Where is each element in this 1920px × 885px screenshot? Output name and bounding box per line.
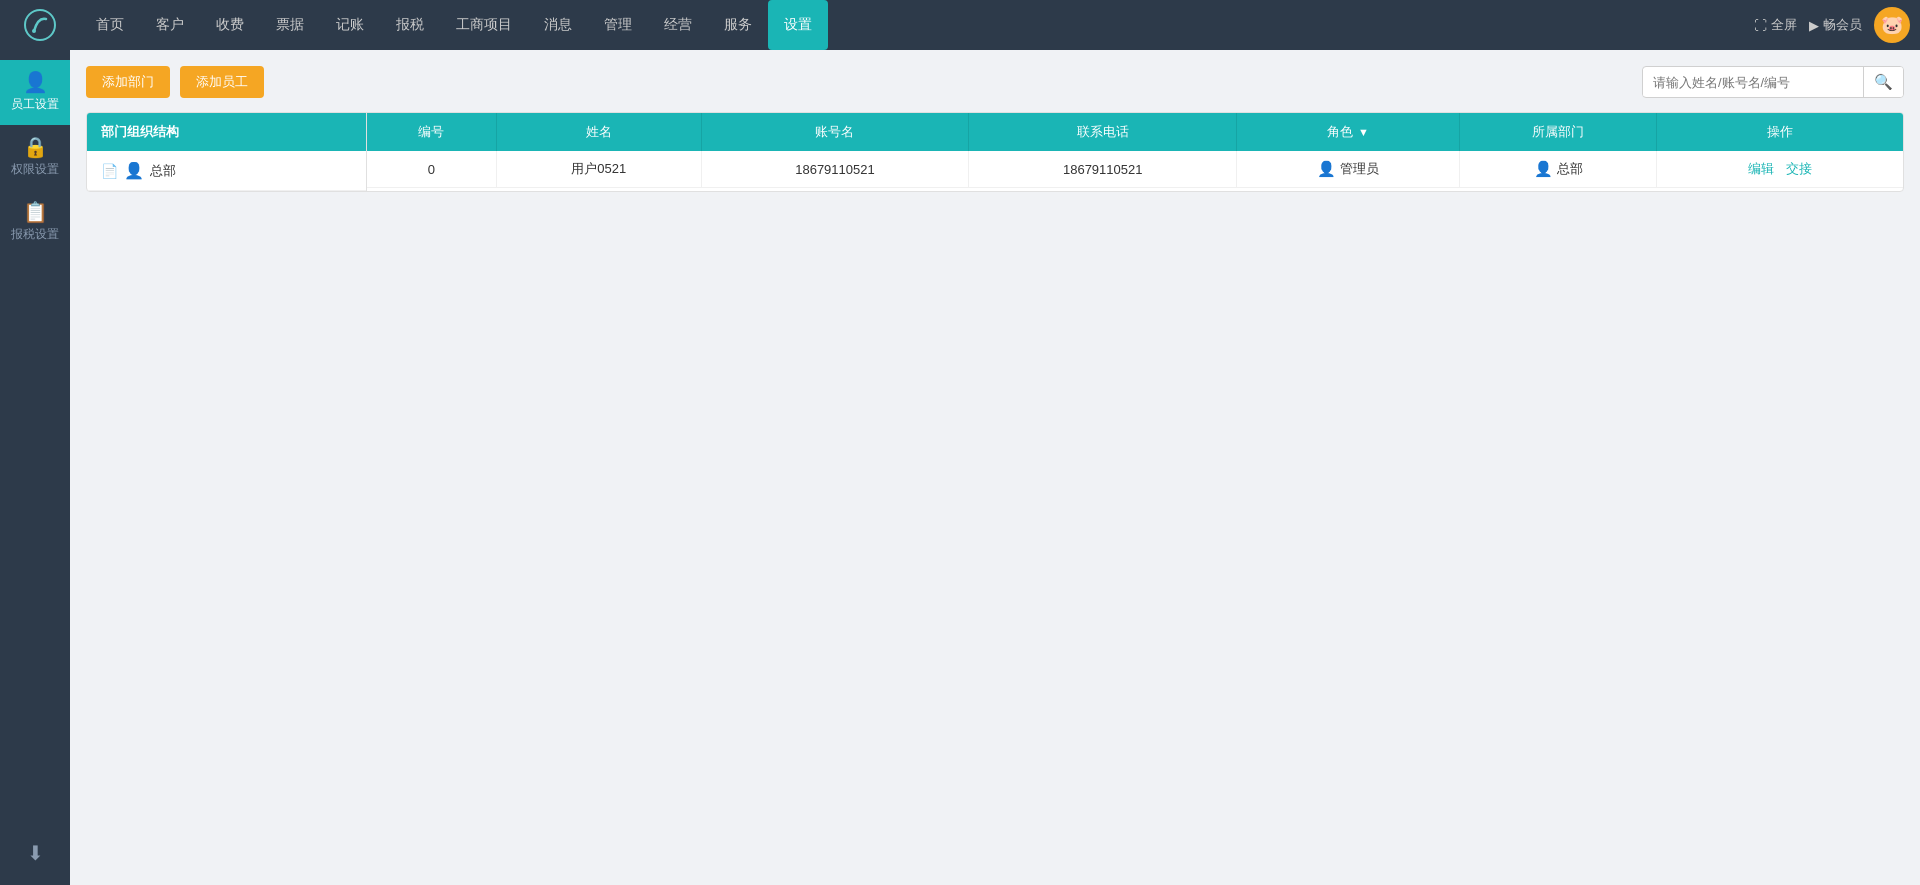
sidebar-icon-0: 👤	[23, 72, 48, 92]
nav-item-工商项目[interactable]: 工商项目	[440, 0, 528, 50]
sidebar-bottom: ⬇	[0, 831, 70, 885]
nav-item-客户[interactable]: 客户	[140, 0, 200, 50]
avatar[interactable]: 🐷	[1874, 7, 1910, 43]
nav-item-报税[interactable]: 报税	[380, 0, 440, 50]
user-icon: 👤	[124, 161, 144, 180]
nav-items: 首页客户收费票据记账报税工商项目消息管理经营服务设置	[80, 0, 1754, 50]
main-layout: 👤员工设置🔒权限设置📋报税设置 ⬇ 添加部门 添加员工 🔍 部门组织结	[0, 50, 1920, 885]
search-input[interactable]	[1643, 69, 1863, 96]
col-header-联系电话: 联系电话	[969, 113, 1237, 151]
nav-item-票据[interactable]: 票据	[260, 0, 320, 50]
svg-point-1	[32, 29, 36, 33]
nav-right: ⛶ 全屏 ▶ 畅会员 🐷	[1754, 7, 1910, 43]
nav-item-收费[interactable]: 收费	[200, 0, 260, 50]
add-employee-button[interactable]: 添加员工	[180, 66, 264, 98]
sidebar: 👤 员工设置 🔒 权限设置 📋 报税设置 ⬇	[0, 50, 70, 885]
top-nav: 首页客户收费票据记账报税工商项目消息管理经营服务设置 ⛶ 全屏 ▶ 畅会员 🐷	[0, 0, 1920, 50]
employee-table: 编号姓名账号名联系电话角色 ▼所属部门操作 0 用户0521 186791105…	[367, 113, 1903, 188]
table-row: 0 用户0521 18679110521 18679110521 👤 管理员 👤…	[367, 151, 1903, 188]
col-header-所属部门: 所属部门	[1459, 113, 1656, 151]
nav-item-首页[interactable]: 首页	[80, 0, 140, 50]
toolbar: 添加部门 添加员工 🔍	[86, 66, 1904, 98]
col-header-账号名: 账号名	[701, 113, 969, 151]
role-label: 管理员	[1340, 160, 1379, 178]
file-icon: 📄	[101, 163, 118, 179]
col-header-姓名: 姓名	[496, 113, 701, 151]
table-container: 部门组织结构 📄 👤 总部 编号姓名账号名联系电话角色 ▼所属部门操作	[86, 112, 1904, 192]
tree-header-label: 部门组织结构	[101, 124, 179, 139]
fullscreen-icon: ⛶	[1754, 18, 1767, 33]
logo[interactable]	[10, 9, 70, 41]
member-label: 畅会员	[1823, 16, 1862, 34]
cell-dept: 👤 总部	[1459, 151, 1656, 188]
cell-phone: 18679110521	[969, 151, 1237, 188]
cell-account: 18679110521	[701, 151, 969, 188]
cell-role: 👤 管理员	[1237, 151, 1460, 188]
tree-item-label: 总部	[150, 162, 176, 180]
svg-point-0	[25, 10, 55, 40]
sidebar-download[interactable]: ⬇	[0, 831, 70, 875]
content-area: 添加部门 添加员工 🔍 部门组织结构 📄 👤 总部	[70, 50, 1920, 885]
member-button[interactable]: ▶ 畅会员	[1809, 16, 1862, 34]
nav-item-服务[interactable]: 服务	[708, 0, 768, 50]
tree-header: 部门组织结构	[87, 113, 366, 151]
sidebar-label-2: 报税设置	[11, 226, 59, 243]
col-header-编号: 编号	[367, 113, 496, 151]
tree-panel: 部门组织结构 📄 👤 总部	[87, 113, 367, 191]
cell-name: 用户0521	[496, 151, 701, 188]
table-panel: 编号姓名账号名联系电话角色 ▼所属部门操作 0 用户0521 186791105…	[367, 113, 1903, 191]
sidebar-label-0: 员工设置	[11, 96, 59, 113]
nav-item-经营[interactable]: 经营	[648, 0, 708, 50]
avatar-emoji: 🐷	[1881, 14, 1903, 36]
nav-item-记账[interactable]: 记账	[320, 0, 380, 50]
col-header-操作: 操作	[1657, 113, 1903, 151]
sidebar-icon-1: 🔒	[23, 137, 48, 157]
cell-actions: 编辑 交接	[1657, 151, 1903, 188]
handover-link[interactable]: 交接	[1786, 161, 1812, 176]
sidebar-item-权限设置[interactable]: 🔒 权限设置	[0, 125, 70, 190]
sidebar-item-员工设置[interactable]: 👤 员工设置	[0, 60, 70, 125]
nav-item-管理[interactable]: 管理	[588, 0, 648, 50]
table-body: 0 用户0521 18679110521 18679110521 👤 管理员 👤…	[367, 151, 1903, 188]
sidebar-label-1: 权限设置	[11, 161, 59, 178]
search-icon: 🔍	[1874, 73, 1893, 90]
dept-label: 总部	[1557, 160, 1583, 178]
download-icon: ⬇	[27, 843, 44, 863]
filter-icon[interactable]: ▼	[1355, 126, 1369, 138]
table-header: 编号姓名账号名联系电话角色 ▼所属部门操作	[367, 113, 1903, 151]
sidebar-item-报税设置[interactable]: 📋 报税设置	[0, 190, 70, 255]
header-row: 编号姓名账号名联系电话角色 ▼所属部门操作	[367, 113, 1903, 151]
sidebar-icon-2: 📋	[23, 202, 48, 222]
role-user-icon: 👤	[1317, 160, 1336, 178]
col-header-角色[interactable]: 角色 ▼	[1237, 113, 1460, 151]
add-dept-button[interactable]: 添加部门	[86, 66, 170, 98]
play-icon: ▶	[1809, 18, 1819, 33]
tree-item-root[interactable]: 📄 👤 总部	[87, 151, 366, 191]
nav-item-设置[interactable]: 设置	[768, 0, 828, 50]
cell-id: 0	[367, 151, 496, 188]
search-button[interactable]: 🔍	[1863, 67, 1903, 97]
search-box: 🔍	[1642, 66, 1904, 98]
fullscreen-button[interactable]: ⛶ 全屏	[1754, 16, 1797, 34]
nav-item-消息[interactable]: 消息	[528, 0, 588, 50]
edit-link[interactable]: 编辑	[1748, 161, 1774, 176]
dept-user-icon: 👤	[1534, 160, 1553, 178]
fullscreen-label: 全屏	[1771, 16, 1797, 34]
